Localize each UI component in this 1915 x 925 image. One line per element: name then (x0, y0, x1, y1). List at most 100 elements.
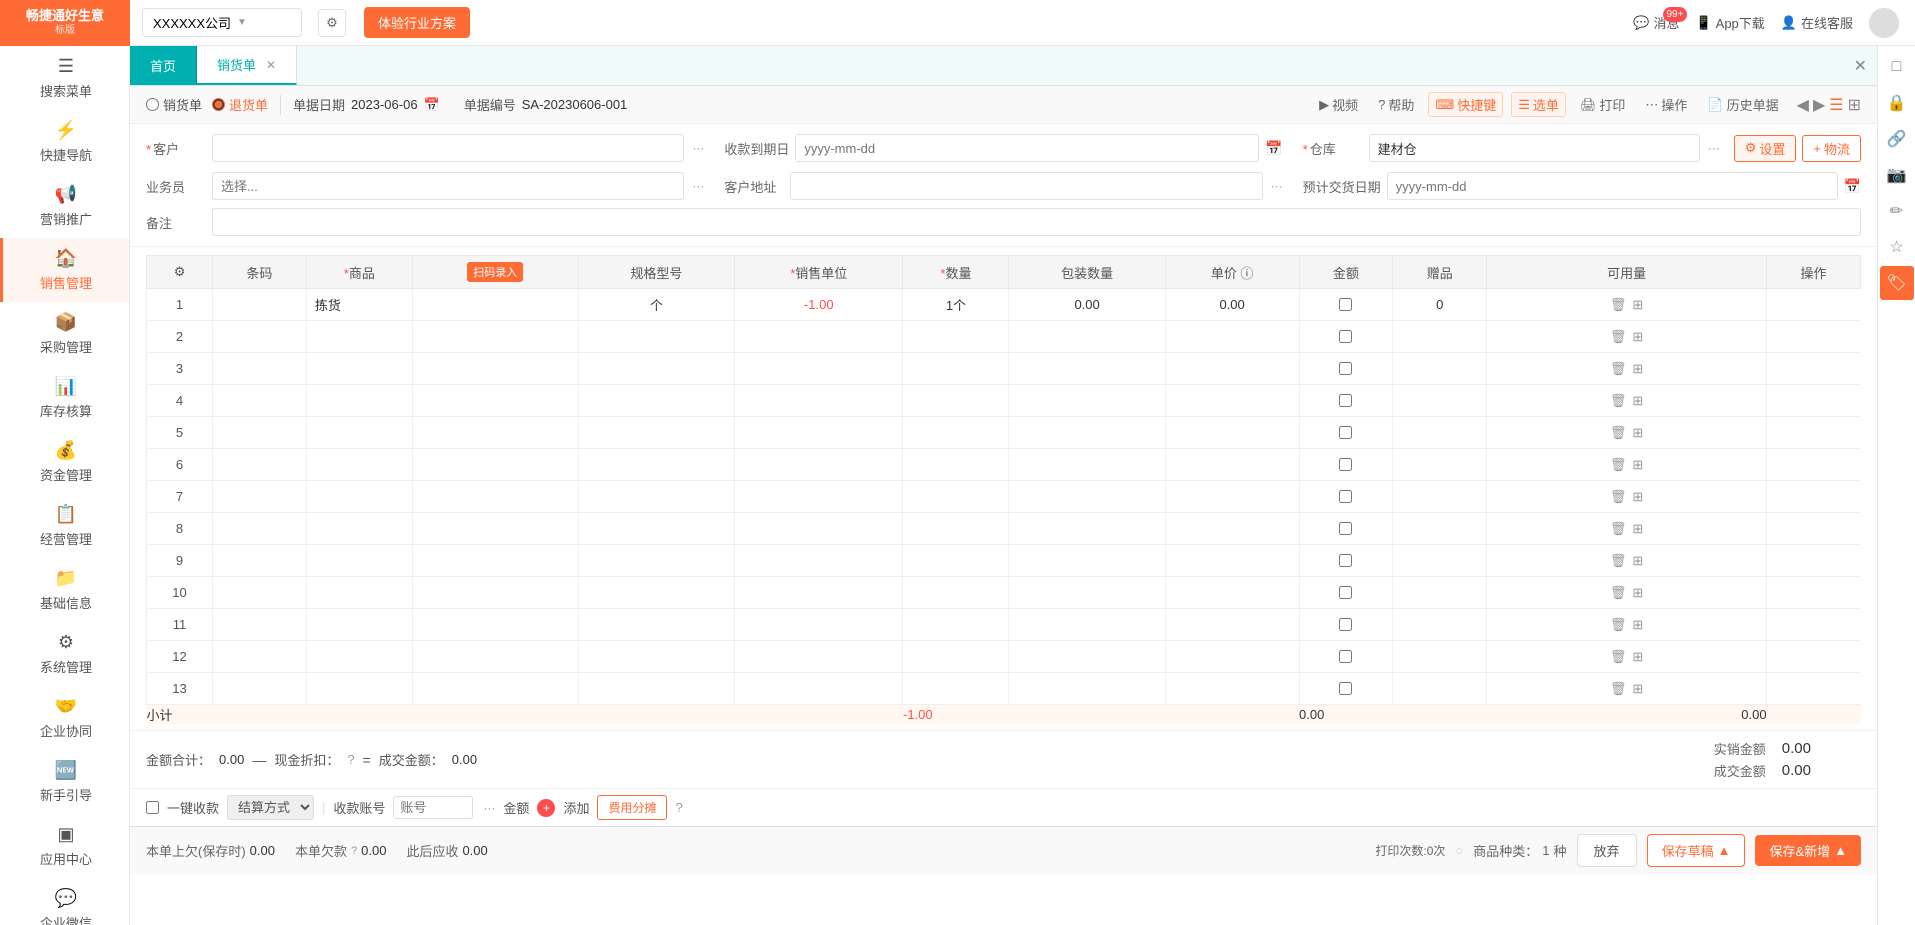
row-barcode[interactable] (213, 481, 307, 513)
gift-checkbox[interactable] (1339, 554, 1352, 567)
close-window-icon[interactable]: ✕ (1854, 56, 1867, 76)
tab-close-icon[interactable]: ✕ (266, 58, 276, 72)
delete-icon[interactable]: 🗑 (1610, 649, 1627, 665)
row-qty[interactable] (735, 353, 903, 385)
row-unit-price[interactable] (1009, 321, 1165, 353)
list-view-icon[interactable]: ☰ (1829, 95, 1843, 115)
row-qty[interactable] (735, 417, 903, 449)
row-spec[interactable] (412, 289, 578, 321)
rp-icon-1[interactable]: □ (1880, 50, 1914, 84)
row-barcode[interactable] (213, 289, 307, 321)
copy-icon[interactable]: ⊞ (1632, 521, 1643, 537)
row-product[interactable] (306, 609, 412, 641)
gift-checkbox[interactable] (1339, 394, 1352, 407)
row-barcode[interactable] (213, 641, 307, 673)
row-pkg-qty[interactable] (903, 513, 1009, 545)
row-unit-price[interactable] (1009, 609, 1165, 641)
row-qty[interactable] (735, 481, 903, 513)
copy-icon[interactable]: ⊞ (1632, 585, 1643, 601)
delete-icon[interactable]: 🗑 (1610, 553, 1627, 569)
salesperson-input[interactable] (212, 172, 684, 200)
actions-btn[interactable]: ⋯ 操作 (1639, 92, 1693, 117)
gift-checkbox[interactable] (1339, 618, 1352, 631)
row-gift[interactable] (1299, 673, 1393, 705)
warehouse-input[interactable] (1369, 134, 1700, 162)
sidebar-item-sales[interactable]: 🏠 销售管理 (0, 238, 129, 302)
notes-input[interactable] (212, 208, 1861, 236)
delete-icon[interactable]: 🗑 (1610, 489, 1627, 505)
row-qty[interactable] (735, 545, 903, 577)
row-amount[interactable] (1165, 609, 1299, 641)
rp-icon-4[interactable]: 📷 (1880, 158, 1914, 192)
row-amount[interactable] (1165, 513, 1299, 545)
row-gift[interactable] (1299, 513, 1393, 545)
copy-icon[interactable]: ⊞ (1632, 393, 1643, 409)
row-unit-price[interactable] (1009, 417, 1165, 449)
gift-checkbox[interactable] (1339, 490, 1352, 503)
row-qty[interactable] (735, 641, 903, 673)
row-unit[interactable] (578, 673, 734, 705)
row-spec[interactable] (412, 513, 578, 545)
help-btn[interactable]: ? 帮助 (1372, 92, 1420, 117)
row-product[interactable] (306, 321, 412, 353)
row-amount[interactable] (1165, 481, 1299, 513)
row-unit-price[interactable] (1009, 481, 1165, 513)
row-gift[interactable] (1299, 353, 1393, 385)
row-barcode[interactable] (213, 353, 307, 385)
copy-icon[interactable]: ⊞ (1632, 425, 1643, 441)
delete-icon[interactable]: 🗑 (1610, 585, 1627, 601)
payment-method-select[interactable]: 结算方式 (227, 795, 314, 820)
print-btn[interactable]: 🖨 打印 (1574, 92, 1632, 117)
delete-icon[interactable]: 🗑 (1610, 521, 1627, 537)
row-unit-price[interactable] (1009, 513, 1165, 545)
gift-checkbox[interactable] (1339, 426, 1352, 439)
delete-icon[interactable]: 🗑 (1610, 425, 1627, 441)
gift-checkbox[interactable] (1339, 522, 1352, 535)
sidebar-item-enterprise[interactable]: 🤝 企业协同 (0, 686, 129, 750)
account-input[interactable] (393, 796, 473, 819)
row-unit[interactable] (578, 385, 734, 417)
shortcut-btn[interactable]: ⌨ 快捷键 (1428, 92, 1503, 117)
row-product[interactable] (306, 353, 412, 385)
row-gift[interactable] (1299, 289, 1393, 321)
delete-icon[interactable]: 🗑 (1610, 617, 1627, 633)
row-amount[interactable] (1165, 417, 1299, 449)
sidebar-item-search[interactable]: ☰ 搜索菜单 (0, 46, 129, 110)
row-unit-price[interactable] (1009, 385, 1165, 417)
sidebar-item-basic-info[interactable]: 📁 基础信息 (0, 558, 129, 622)
gift-checkbox[interactable] (1339, 298, 1352, 311)
row-pkg-qty[interactable] (903, 609, 1009, 641)
gift-checkbox[interactable] (1339, 586, 1352, 599)
row-unit[interactable] (578, 417, 734, 449)
row-unit-price[interactable] (1009, 673, 1165, 705)
copy-icon[interactable]: ⊞ (1632, 681, 1643, 697)
row-pkg-qty[interactable] (903, 353, 1009, 385)
row-amount[interactable] (1165, 321, 1299, 353)
row-spec[interactable] (412, 545, 578, 577)
row-qty[interactable] (735, 321, 903, 353)
row-barcode[interactable] (213, 673, 307, 705)
delete-icon[interactable]: 🗑 (1610, 329, 1627, 345)
history-btn[interactable]: 📄 历史单据 (1701, 92, 1784, 117)
copy-icon[interactable]: ⊞ (1632, 489, 1643, 505)
sidebar-item-purchase[interactable]: 📦 采购管理 (0, 302, 129, 366)
row-pkg-qty[interactable] (903, 641, 1009, 673)
company-selector[interactable]: XXXXXX公司 ▼ (142, 8, 302, 37)
row-unit-price[interactable] (1009, 353, 1165, 385)
row-unit-price[interactable]: 0.00 (1009, 289, 1165, 321)
row-qty[interactable] (735, 609, 903, 641)
gift-checkbox[interactable] (1339, 650, 1352, 663)
row-amount[interactable] (1165, 385, 1299, 417)
row-qty[interactable] (735, 577, 903, 609)
calendar-icon[interactable]: 📅 (424, 97, 440, 113)
row-spec[interactable] (412, 321, 578, 353)
delete-icon[interactable]: 🗑 (1610, 361, 1627, 377)
video-btn[interactable]: ▶ 视频 (1313, 92, 1364, 117)
row-barcode[interactable] (213, 321, 307, 353)
debt-help-icon[interactable]: ? (351, 845, 357, 857)
row-spec[interactable] (412, 449, 578, 481)
due-date-input[interactable] (795, 134, 1259, 162)
row-product[interactable] (306, 545, 412, 577)
messages-button[interactable]: 💬 消息 99+ (1633, 13, 1679, 32)
customer-addr-input[interactable] (790, 172, 1262, 200)
